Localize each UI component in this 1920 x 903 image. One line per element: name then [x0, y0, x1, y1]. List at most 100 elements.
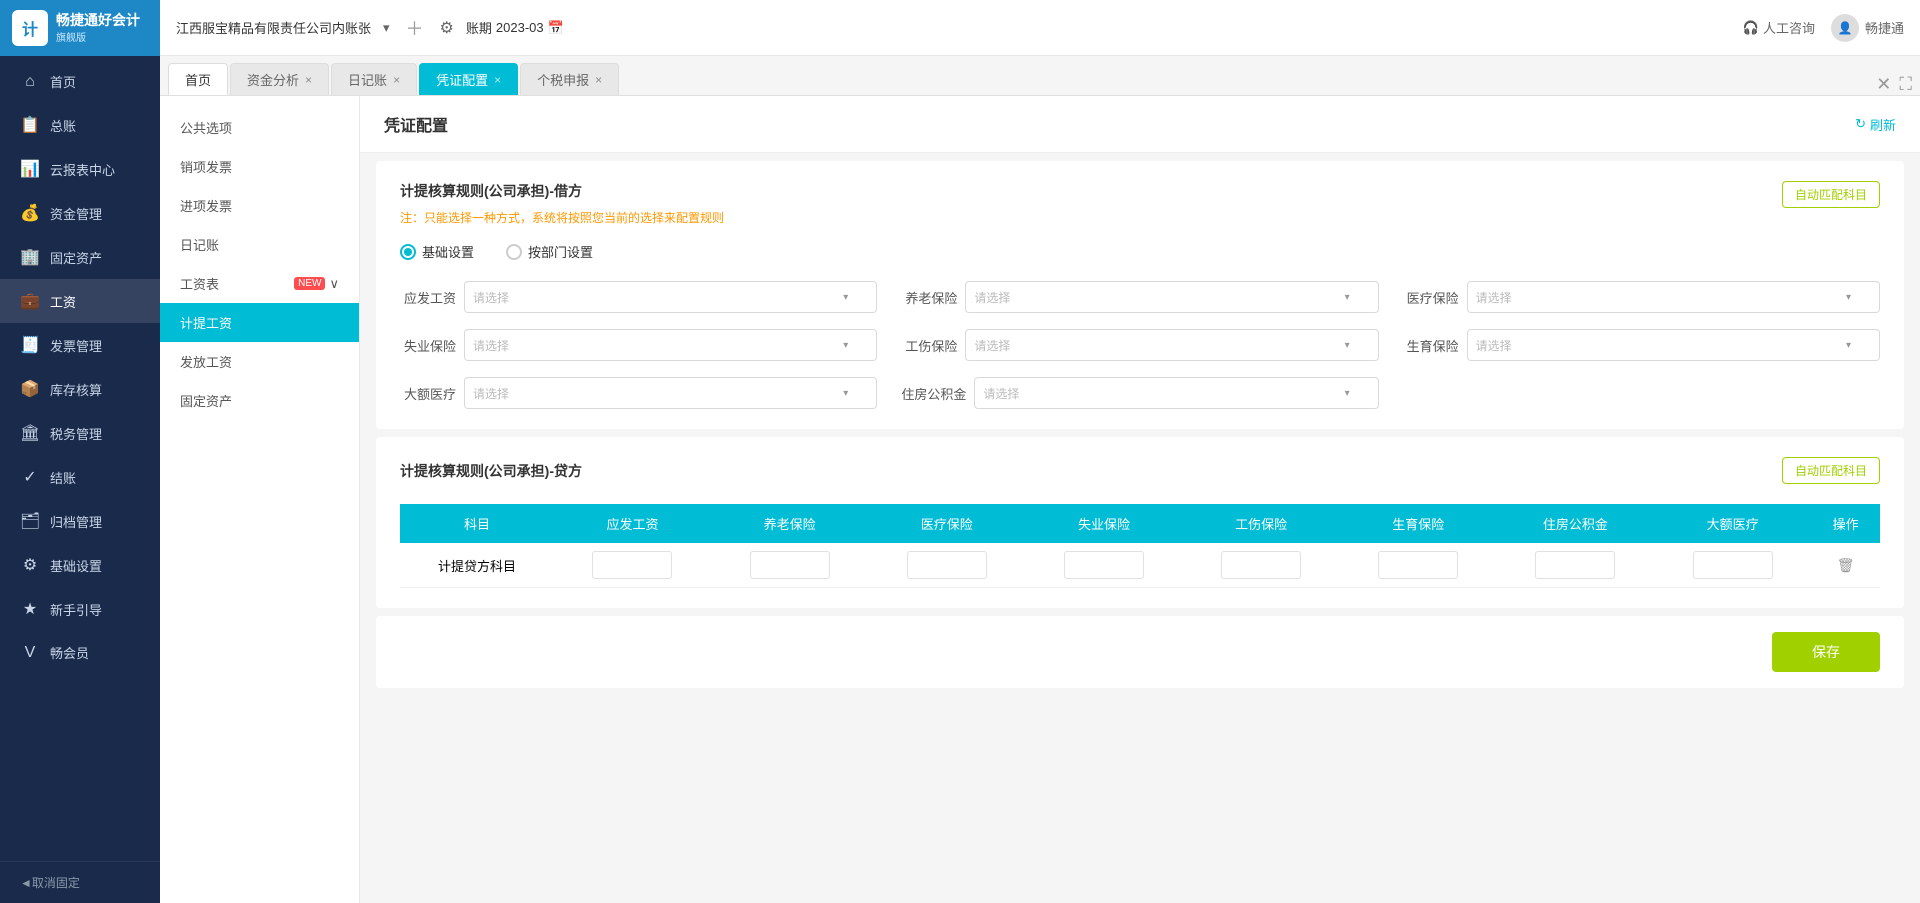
- dropdown-arrow-maternity: ▾: [1846, 340, 1851, 351]
- sidebar-nav: ⌂首页📋总账📊云报表中心💰资金管理🏢固定资产💼工资🧾发票管理📦库存核算🏛税务管理…: [0, 56, 160, 861]
- logo-text-block: 畅捷通好会计 旗舰版: [56, 12, 140, 44]
- credit-table: 科目应发工资养老保险医疗保险失业保险工伤保险生育保险住房公积金大额医疗操作 计提…: [400, 504, 1880, 588]
- input-pension-0[interactable]: [750, 551, 830, 579]
- tab-voucher[interactable]: 凭证配置×: [419, 63, 518, 95]
- menu-item-public[interactable]: 公共选项: [160, 108, 359, 147]
- sidebar-item-funds[interactable]: 💰资金管理: [0, 191, 160, 235]
- cell-medical-0: [868, 543, 1025, 588]
- select-salary[interactable]: 请选择 ▾: [464, 281, 877, 313]
- select-maternity[interactable]: 请选择 ▾: [1467, 329, 1880, 361]
- select-medical[interactable]: 请选择 ▾: [1467, 281, 1880, 313]
- radio-basic[interactable]: 基础设置: [400, 242, 474, 261]
- sidebar-item-reports[interactable]: 📊云报表中心: [0, 147, 160, 191]
- tab-close-tax[interactable]: ×: [595, 73, 602, 87]
- tab-label-funds: 资金分析: [247, 70, 299, 89]
- sidebar-item-assets[interactable]: 🏢固定资产: [0, 235, 160, 279]
- menu-item-sales[interactable]: 销项发票: [160, 147, 359, 186]
- calendar-icon[interactable]: 📅: [548, 20, 564, 36]
- settings-icon[interactable]: ⚙: [440, 18, 454, 38]
- logo-icon: 计: [12, 10, 48, 46]
- delete-row-button-0[interactable]: 🗑: [1837, 557, 1855, 573]
- cell-large_medical-0: [1654, 543, 1811, 588]
- input-unemployment-0[interactable]: [1064, 551, 1144, 579]
- tab-tax[interactable]: 个税申报×: [520, 63, 619, 95]
- placeholder-large_medical: 请选择: [473, 385, 509, 402]
- menu-label-journal: 日记账: [180, 235, 219, 254]
- left-menu: 公共选项销项发票进项发票日记账工资表NEW∨ 计提工资发放工资固定资产: [160, 96, 360, 903]
- headset-icon: 🎧: [1743, 20, 1759, 36]
- menu-item-fixed_assets[interactable]: 固定资产: [160, 381, 359, 420]
- menu-item-journal[interactable]: 日记账: [160, 225, 359, 264]
- sidebar-item-vip[interactable]: V畅会员: [0, 631, 160, 674]
- menu-label-fixed_assets: 固定资产: [180, 391, 232, 410]
- label-injury: 工伤保险: [901, 336, 957, 355]
- save-button[interactable]: 保存: [1772, 632, 1880, 672]
- sidebar-item-home[interactable]: ⌂首页: [0, 60, 160, 103]
- cell-action-0: 🗑: [1811, 543, 1880, 588]
- sidebar-item-inventory[interactable]: 📦库存核算: [0, 367, 160, 411]
- sidebar-item-checkout[interactable]: ✓结账: [0, 455, 160, 499]
- menu-item-distribute[interactable]: 发放工资: [160, 342, 359, 381]
- input-medical-0[interactable]: [907, 551, 987, 579]
- radio-dept[interactable]: 按部门设置: [506, 242, 593, 261]
- tab-close-journal[interactable]: ×: [393, 73, 400, 87]
- field-housing: 住房公积金 请选择 ▾: [901, 377, 1378, 409]
- col-失业保险: 失业保险: [1025, 504, 1182, 543]
- tab-funds[interactable]: 资金分析 ×: [230, 63, 329, 95]
- company-dropdown-icon[interactable]: ▾: [383, 20, 390, 36]
- select-injury[interactable]: 请选择 ▾: [965, 329, 1378, 361]
- sidebar-item-archive[interactable]: 🗂归档管理: [0, 499, 160, 543]
- col-应发工资: 应发工资: [554, 504, 711, 543]
- field-salary: 应发工资 请选择 ▾: [400, 281, 877, 313]
- select-unemployment[interactable]: 请选择 ▾: [464, 329, 877, 361]
- dropdown-arrow-pension: ▾: [1345, 292, 1350, 303]
- input-large_medical-0[interactable]: [1693, 551, 1773, 579]
- sidebar-item-payroll[interactable]: 💼工资: [0, 279, 160, 323]
- close-window-button[interactable]: ✕: [1876, 74, 1891, 95]
- sidebar-item-settings[interactable]: ⚙基础设置: [0, 543, 160, 587]
- select-housing[interactable]: 请选择 ▾: [974, 377, 1378, 409]
- input-injury-0[interactable]: [1221, 551, 1301, 579]
- refresh-button[interactable]: ↻ 刷新: [1855, 115, 1896, 134]
- sidebar-item-tax[interactable]: 🏛税务管理: [0, 411, 160, 455]
- input-maternity-0[interactable]: [1378, 551, 1458, 579]
- menu-item-accrual[interactable]: 计提工资: [160, 303, 359, 342]
- sidebar-item-ledger[interactable]: 📋总账: [0, 103, 160, 147]
- company-name: 江西服宝精品有限责任公司内账张: [176, 18, 371, 37]
- nav-label-funds: 资金管理: [50, 204, 102, 223]
- period-value: 2023-03: [496, 20, 544, 35]
- nav-label-vip: 畅会员: [50, 643, 89, 662]
- select-large_medical[interactable]: 请选择 ▾: [464, 377, 877, 409]
- input-housing-0[interactable]: [1535, 551, 1615, 579]
- tab-close-funds[interactable]: ×: [305, 73, 312, 87]
- tab-journal[interactable]: 日记账×: [331, 63, 417, 95]
- cancel-fixed-button[interactable]: ◄取消固定: [0, 861, 160, 903]
- user-menu[interactable]: 👤 畅捷通: [1831, 14, 1904, 42]
- service-button[interactable]: 🎧 人工咨询: [1743, 18, 1815, 37]
- menu-item-purchase[interactable]: 进项发票: [160, 186, 359, 225]
- menu-label-accrual: 计提工资: [180, 313, 232, 332]
- auto-match-debit-button[interactable]: 自动匹配科目: [1782, 181, 1880, 208]
- auto-match-credit-button[interactable]: 自动匹配科目: [1782, 457, 1880, 484]
- sidebar-item-guide[interactable]: ★新手引导: [0, 587, 160, 631]
- sidebar-item-invoice[interactable]: 🧾发票管理: [0, 323, 160, 367]
- menu-label-sales: 销项发票: [180, 157, 232, 176]
- tab-close-voucher[interactable]: ×: [494, 73, 501, 87]
- dropdown-arrow-unemployment: ▾: [843, 340, 848, 351]
- field-pension: 养老保险 请选择 ▾: [901, 281, 1378, 313]
- menu-item-payroll_table[interactable]: 工资表NEW∨: [160, 264, 359, 303]
- add-account-button[interactable]: ＋: [402, 15, 428, 41]
- input-salary-0[interactable]: [592, 551, 672, 579]
- page-content: 凭证配置 ↻ 刷新 计提核算规则(公司承担)-借方 注：只能选择一种方式，系统将…: [360, 96, 1920, 903]
- credit-title: 计提核算规则(公司承担)-贷方: [400, 461, 582, 481]
- tab-home[interactable]: 首页: [168, 63, 228, 95]
- nav-icon-ledger: 📋: [20, 115, 40, 135]
- topbar-right: 🎧 人工咨询 👤 畅捷通: [1743, 14, 1904, 42]
- nav-icon-invoice: 🧾: [20, 335, 40, 355]
- nav-icon-home: ⌂: [20, 73, 40, 91]
- maximize-window-button[interactable]: ⛶: [1899, 74, 1912, 95]
- field-maternity: 生育保险 请选择 ▾: [1403, 329, 1880, 361]
- col-操作: 操作: [1811, 504, 1880, 543]
- nav-icon-archive: 🗂: [20, 511, 40, 531]
- select-pension[interactable]: 请选择 ▾: [965, 281, 1378, 313]
